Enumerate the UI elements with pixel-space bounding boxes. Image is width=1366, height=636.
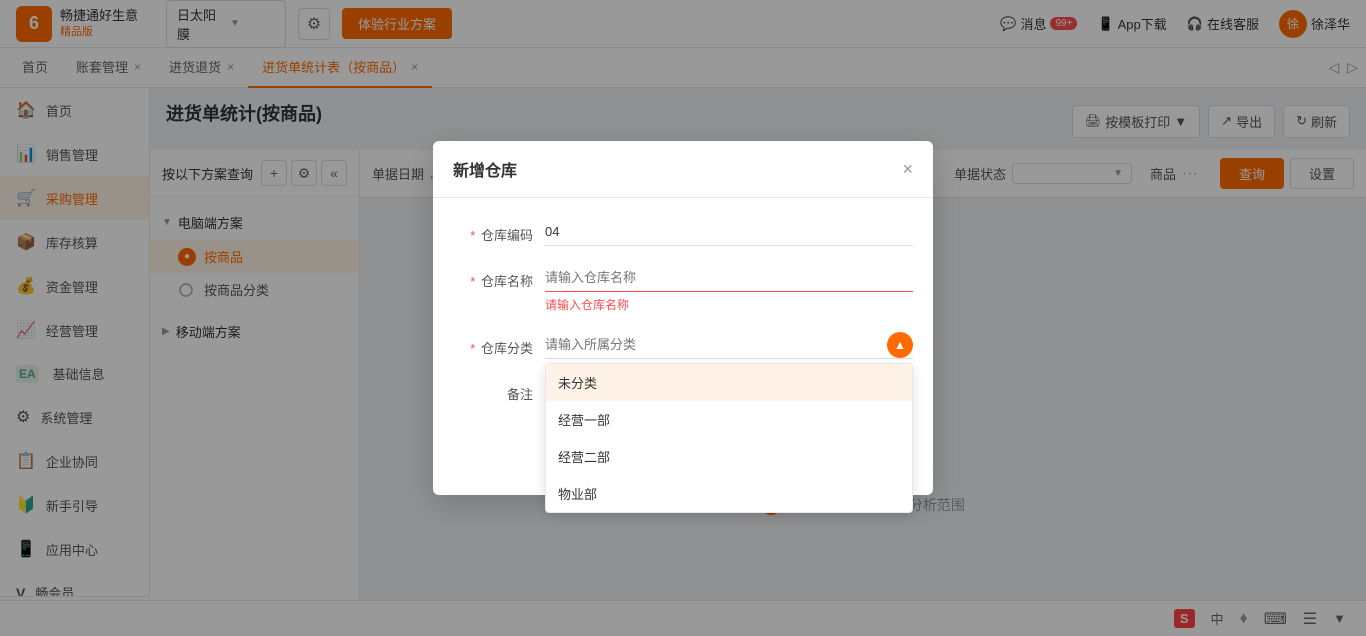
form-row-category: * 仓库分类 ▲ 未分类 经营一部 经营二部 物业部 [453,331,913,359]
name-input[interactable] [545,264,913,292]
modal-title: 新增仓库 [453,157,517,181]
form-row-name: * 仓库名称 请输入仓库名称 [453,264,913,313]
chevron-up-icon: ▲ [894,338,906,352]
modal-add-warehouse: 新增仓库 × * 仓库编码 * 仓库名称 [433,141,933,495]
dropdown-option-dept1[interactable]: 经营一部 [546,401,912,438]
modal-header: 新增仓库 × [433,141,933,198]
dropdown-option-dept3[interactable]: 物业部 [546,475,912,512]
category-dropdown-toggle[interactable]: ▲ [887,332,913,358]
dropdown-option-unclassified[interactable]: 未分类 [546,364,912,401]
code-field-wrapper [545,218,913,246]
code-input[interactable] [545,218,913,246]
category-dropdown-menu: 未分类 经营一部 经营二部 物业部 [545,363,913,513]
modal-backdrop[interactable]: 新增仓库 × * 仓库编码 * 仓库名称 [0,0,1366,636]
note-label: 备注 [453,377,533,403]
dropdown-option-dept2[interactable]: 经营二部 [546,438,912,475]
category-label: * 仓库分类 [453,331,533,357]
category-field-wrapper: ▲ 未分类 经营一部 经营二部 物业部 [545,331,913,359]
name-label: * 仓库名称 [453,264,533,290]
form-row-code: * 仓库编码 [453,218,913,246]
modal-close-button[interactable]: × [902,160,913,178]
name-field-wrapper: 请输入仓库名称 [545,264,913,313]
code-label: * 仓库编码 [453,218,533,244]
name-error-msg: 请输入仓库名称 [545,296,913,313]
modal-body: * 仓库编码 * 仓库名称 请输入仓库名称 [433,198,933,431]
category-input[interactable] [545,331,913,359]
